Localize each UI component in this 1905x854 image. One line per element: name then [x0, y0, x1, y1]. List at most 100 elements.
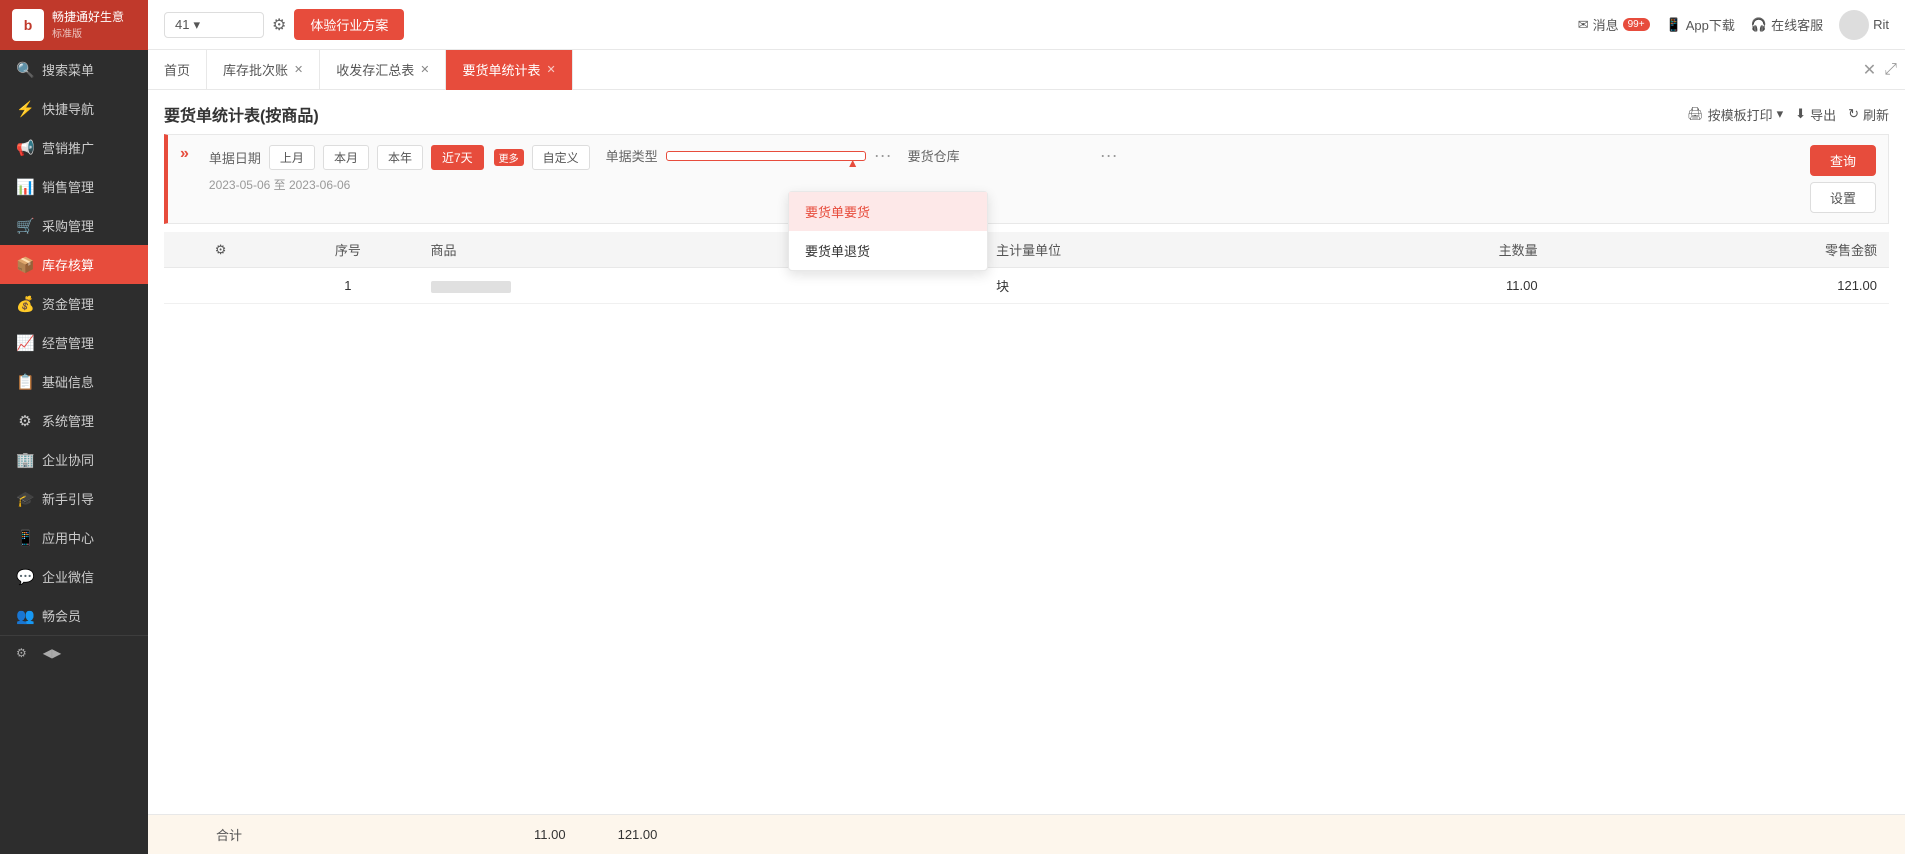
export-label: 导出 — [1810, 105, 1836, 124]
sidebar-item-shortcut[interactable]: ⚡ 快捷导航 — [0, 89, 148, 128]
tab-close-icon[interactable]: ✕ — [547, 63, 556, 76]
app-download-btn[interactable]: 📱 App下载 — [1666, 15, 1735, 34]
demo-btn[interactable]: 体验行业方案 — [294, 9, 404, 40]
sidebar-header: b 畅捷通好生意 标准版 — [0, 0, 148, 50]
user-avatar-btn[interactable]: Rit — [1839, 10, 1889, 40]
sidebar-brand: 畅捷通好生意 标准版 — [52, 10, 124, 41]
sidebar-item-label: 销售管理 — [42, 177, 94, 196]
refresh-btn[interactable]: ↻ 刷新 — [1848, 105, 1889, 124]
filter-type-select[interactable]: ▲ — [666, 151, 866, 161]
dropdown-item-order-return[interactable]: 要货单退货 — [789, 231, 987, 270]
sidebar-item-label: 企业协同 — [42, 450, 94, 469]
tab-order-stats[interactable]: 要货单统计表 ✕ — [446, 50, 572, 90]
sidebar-item-label: 快捷导航 — [42, 99, 94, 118]
sidebar-item-sales[interactable]: 📊 销售管理 — [0, 167, 148, 206]
sidebar-item-finance[interactable]: 💰 资金管理 — [0, 284, 148, 323]
data-table: ⚙ 序号 商品 主计量单位 主数量 零售金额 1 — [164, 232, 1889, 304]
filter-date-custom[interactable]: 自定义 — [532, 145, 590, 170]
phone-icon: 📱 — [1666, 17, 1682, 33]
tab-close-icon[interactable]: ✕ — [294, 63, 303, 76]
tabs-expand-btn[interactable]: ⤢ — [1884, 61, 1897, 79]
tab-home[interactable]: 首页 — [148, 50, 207, 90]
filter-date-year[interactable]: 本年 — [377, 145, 423, 170]
avatar — [1839, 10, 1869, 40]
sidebar-item-label: 应用中心 — [42, 528, 94, 547]
sidebar-item-basic[interactable]: 📋 基础信息 — [0, 362, 148, 401]
table-cell-unit: 块 — [984, 268, 1267, 304]
refresh-label: 刷新 — [1863, 105, 1889, 124]
page-header-actions: 🖨 按模板打印 ▾ ⬇ 导出 ↻ 刷新 — [1687, 105, 1889, 124]
finance-icon: 💰 — [16, 295, 34, 313]
sidebar-item-system[interactable]: ⚙ 系统管理 — [0, 401, 148, 440]
sidebar-item-label: 库存核算 — [42, 255, 94, 274]
store-selector[interactable]: 41 ▾ — [164, 12, 264, 38]
product-placeholder — [431, 281, 511, 293]
message-btn[interactable]: ✉ 消息 99+ — [1578, 15, 1650, 34]
filter-type-row: 单据类型 ▲ ··· — [606, 145, 892, 166]
filter-date-row: 单据日期 上月 本月 本年 近7天 更多 自定义 — [209, 145, 590, 170]
user-name: Rit — [1873, 17, 1889, 32]
online-service-btn[interactable]: 🎧 在线客服 — [1751, 15, 1823, 34]
filter-actions: 查询 设置 — [1810, 145, 1876, 213]
search-icon: 🔍 — [16, 61, 34, 79]
table-cell-amount: 121.00 — [1550, 268, 1889, 304]
filter-date-up[interactable]: 上月 — [269, 145, 315, 170]
sidebar-settings-btn[interactable]: ⚙ — [16, 646, 27, 660]
dropdown-item-order-goods[interactable]: 要货单要货 — [789, 192, 987, 231]
sidebar-item-search[interactable]: 🔍 搜索菜单 — [0, 50, 148, 89]
filter-type-label: 单据类型 — [606, 146, 658, 165]
col-header-qty: 主数量 — [1267, 232, 1550, 268]
filter-date-range: 2023-05-06 至 2023-06-06 — [209, 176, 590, 193]
table-cell-settings — [164, 268, 277, 304]
filter-date-month[interactable]: 本月 — [323, 145, 369, 170]
col-header-amount: 零售金额 — [1550, 232, 1889, 268]
sales-icon: 📊 — [16, 178, 34, 196]
tabs-bar: 首页 库存批次账 ✕ 收发存汇总表 ✕ 要货单统计表 ✕ ✕ ⤢ — [148, 50, 1905, 90]
sidebar-item-guide[interactable]: 🎓 新手引导 — [0, 479, 148, 518]
appstore-icon: 📱 — [16, 529, 34, 547]
sidebar-collapse-btn[interactable]: ◀▶ — [43, 646, 61, 660]
filter-type-more-btn[interactable]: ··· — [874, 145, 892, 166]
export-icon: ⬇ — [1795, 106, 1806, 122]
sidebar-item-label: 资金管理 — [42, 294, 94, 313]
print-btn[interactable]: 🖨 按模板打印 ▾ — [1687, 105, 1783, 124]
type-dropdown: 要货单要货 要货单退货 — [788, 191, 988, 271]
tab-close-icon[interactable]: ✕ — [420, 63, 429, 76]
filter-date-7days[interactable]: 近7天 — [431, 145, 484, 170]
tabs-close-btn[interactable]: ✕ — [1863, 60, 1876, 80]
setting-btn[interactable]: 设置 — [1810, 182, 1876, 213]
filter-warehouse-row: 要货仓库 ··· — [908, 145, 1118, 166]
operations-icon: 📈 — [16, 334, 34, 352]
sidebar-item-label: 企业微信 — [42, 567, 94, 586]
sidebar-item-enterprise[interactable]: 🏢 企业协同 — [0, 440, 148, 479]
sidebar-item-wechat[interactable]: 💬 企业微信 — [0, 557, 148, 596]
sidebar-item-operations[interactable]: 📈 经营管理 — [0, 323, 148, 362]
filter-warehouse-more-btn[interactable]: ··· — [1100, 145, 1118, 166]
sidebar-item-purchase[interactable]: 🛒 采购管理 — [0, 206, 148, 245]
sidebar-item-label: 畅会员 — [42, 606, 81, 625]
filter-date-label: 单据日期 — [209, 148, 261, 167]
query-btn[interactable]: 查询 — [1810, 145, 1876, 176]
footer-amount: 121.00 — [618, 827, 658, 842]
sidebar-edition: 标准版 — [52, 25, 124, 40]
print-label: 按模板打印 — [1708, 105, 1773, 124]
store-name: 41 — [175, 17, 189, 32]
tab-home-label: 首页 — [164, 60, 190, 79]
sidebar-item-marketing[interactable]: 📢 营销推广 — [0, 128, 148, 167]
col-header-settings[interactable]: ⚙ — [164, 232, 277, 268]
sidebar-title: 畅捷通好生意 — [52, 10, 124, 26]
sidebar-item-label: 基础信息 — [42, 372, 94, 391]
filter-expand-btn[interactable]: » — [180, 145, 189, 163]
topbar-left: 41 ▾ ⚙ 体验行业方案 — [164, 9, 1566, 40]
sidebar-item-member[interactable]: 👥 畅会员 — [0, 596, 148, 635]
topbar: 41 ▾ ⚙ 体验行业方案 ✉ 消息 99+ 📱 App下载 🎧 在线客服 R — [148, 0, 1905, 50]
sidebar-item-inventory[interactable]: 📦 库存核算 — [0, 245, 148, 284]
shortcut-icon: ⚡ — [16, 100, 34, 118]
export-btn[interactable]: ⬇ 导出 — [1795, 105, 1836, 124]
sidebar-logo: b — [12, 9, 44, 41]
service-icon: 🎧 — [1751, 17, 1767, 33]
tab-inventory-batch[interactable]: 库存批次账 ✕ — [207, 50, 320, 90]
tab-receivable[interactable]: 收发存汇总表 ✕ — [320, 50, 446, 90]
topbar-gear-icon[interactable]: ⚙ — [272, 15, 286, 35]
sidebar-item-appstore[interactable]: 📱 应用中心 — [0, 518, 148, 557]
